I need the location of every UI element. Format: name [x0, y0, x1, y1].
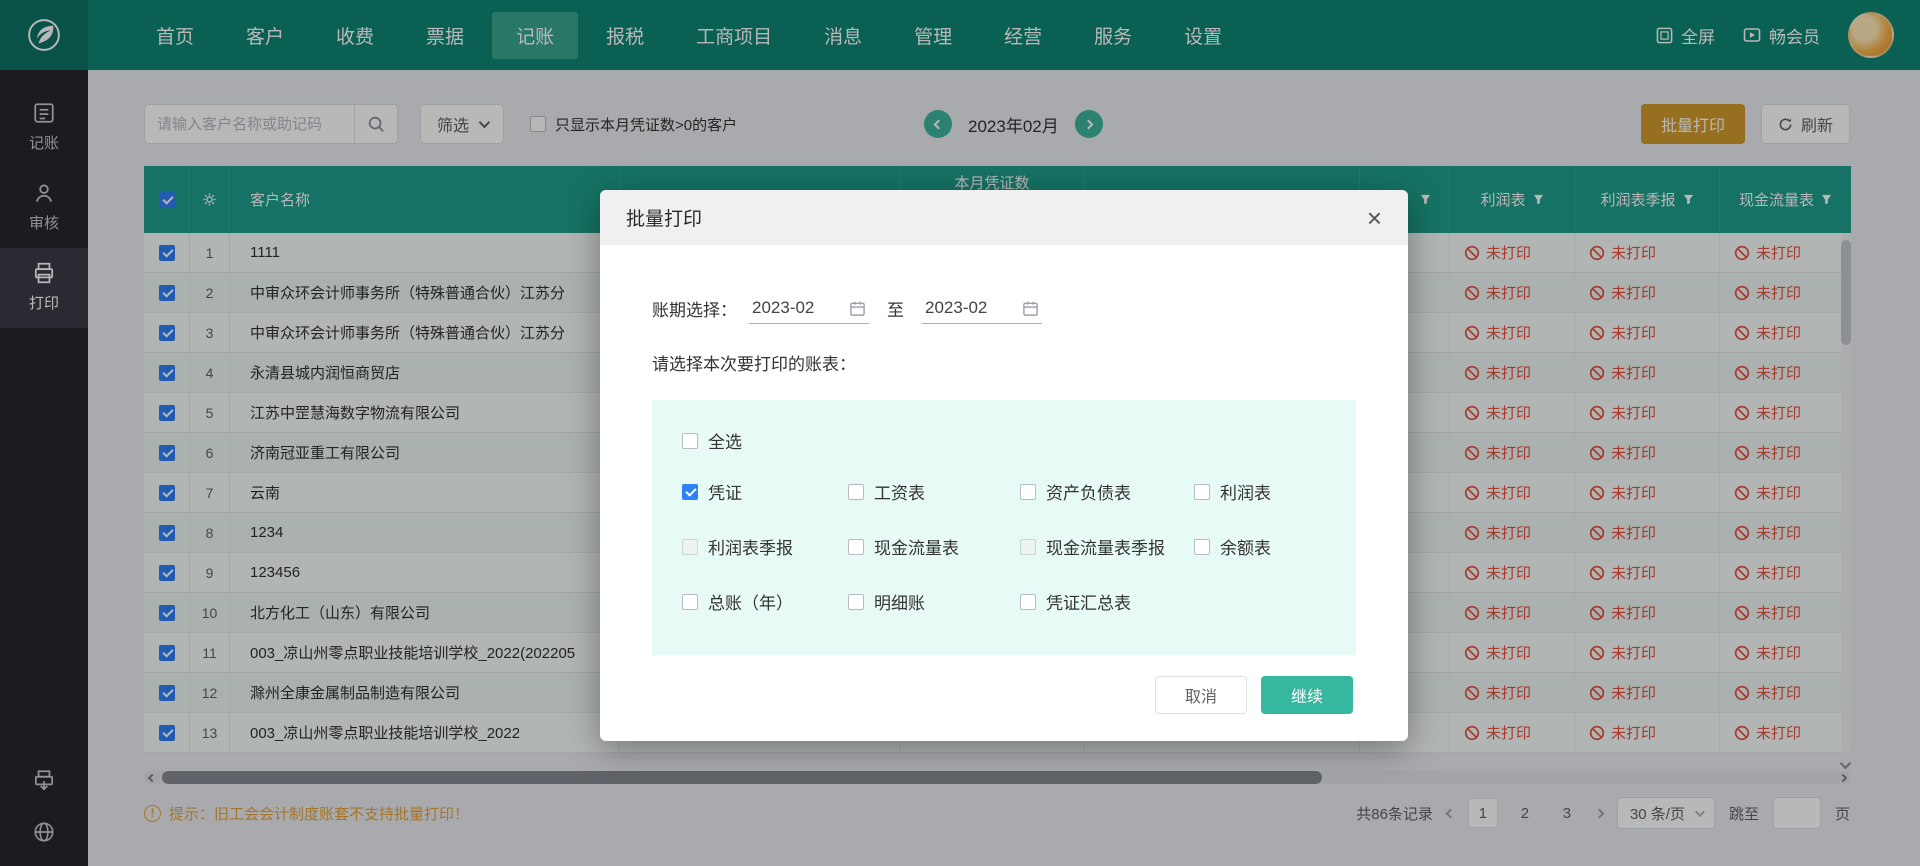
- select-all-checkbox[interactable]: [682, 432, 698, 449]
- calendar-icon: [850, 301, 865, 316]
- report-option[interactable]: 资产负债表: [1020, 479, 1194, 504]
- report-option-label: 资产负债表: [1046, 484, 1131, 503]
- period-from-input[interactable]: 2023-02: [749, 293, 869, 324]
- report-option-label: 现金流量表季报: [1046, 539, 1165, 558]
- period-row: 账期选择： 2023-02 至 2023-02: [652, 293, 1356, 324]
- dialog-body: 账期选择： 2023-02 至 2023-02 请选择本次要打印的账表： 全选 …: [600, 245, 1408, 655]
- report-option[interactable]: 明细账: [848, 589, 1020, 614]
- period-to-input[interactable]: 2023-02: [922, 293, 1042, 324]
- batch-print-dialog: 批量打印 × 账期选择： 2023-02 至 2023-02 请选择本次要打印的…: [600, 190, 1408, 741]
- period-from-value: 2023-02: [752, 298, 815, 317]
- continue-button[interactable]: 继续: [1261, 676, 1353, 714]
- report-option-label: 利润表: [1220, 484, 1271, 503]
- report-option-checkbox[interactable]: [682, 593, 698, 610]
- select-all-option[interactable]: 全选: [682, 428, 1326, 453]
- report-option-checkbox[interactable]: [1020, 538, 1036, 555]
- report-option[interactable]: 现金流量表季报: [1020, 534, 1194, 559]
- report-options-panel: 全选 凭证 工资表 资产负债表 利润表利润表季报 现金流量表 现金流量表季报 余额表总账（年…: [652, 400, 1356, 655]
- report-option[interactable]: 凭证汇总表: [1020, 589, 1194, 614]
- report-option-checkbox[interactable]: [848, 483, 864, 500]
- report-option-label: 利润表季报: [708, 539, 793, 558]
- period-to-value: 2023-02: [925, 298, 988, 317]
- report-option-checkbox[interactable]: [1194, 483, 1210, 500]
- report-option-label: 凭证: [708, 484, 742, 503]
- report-option-label: 明细账: [874, 594, 925, 613]
- report-option[interactable]: 利润表季报: [682, 534, 848, 559]
- report-options-grid: 凭证 工资表 资产负债表 利润表利润表季报 现金流量表 现金流量表季报 余额表总账（年） 明细…: [682, 479, 1326, 614]
- select-reports-label: 请选择本次要打印的账表：: [652, 355, 856, 374]
- report-option-label: 工资表: [874, 484, 925, 503]
- report-option-checkbox[interactable]: [1194, 538, 1210, 555]
- report-option[interactable]: 余额表: [1194, 534, 1326, 559]
- report-option-checkbox[interactable]: [848, 538, 864, 555]
- report-option-checkbox[interactable]: [1020, 593, 1036, 610]
- report-option[interactable]: 总账（年）: [682, 589, 848, 614]
- period-select-label: 账期选择：: [652, 301, 737, 320]
- report-option-checkbox[interactable]: [1020, 483, 1036, 500]
- report-option[interactable]: 利润表: [1194, 479, 1326, 504]
- dialog-footer: 取消 继续: [1155, 676, 1353, 714]
- close-icon[interactable]: ×: [1367, 205, 1382, 231]
- report-option-label: 现金流量表: [874, 539, 959, 558]
- dialog-header: 批量打印 ×: [600, 190, 1408, 245]
- report-option-label: 总账（年）: [708, 594, 793, 613]
- report-option-checkbox[interactable]: [682, 538, 698, 555]
- report-option-label: 凭证汇总表: [1046, 594, 1131, 613]
- report-option-checkbox[interactable]: [682, 483, 698, 500]
- select-all-label: 全选: [708, 433, 742, 452]
- report-option[interactable]: 工资表: [848, 479, 1020, 504]
- dialog-title: 批量打印: [626, 209, 703, 230]
- cancel-button[interactable]: 取消: [1155, 676, 1247, 714]
- calendar-icon: [1023, 301, 1038, 316]
- to-label: 至: [887, 301, 904, 320]
- report-option[interactable]: 凭证: [682, 479, 848, 504]
- report-option-label: 余额表: [1220, 539, 1271, 558]
- report-option-checkbox[interactable]: [848, 593, 864, 610]
- report-option[interactable]: 现金流量表: [848, 534, 1020, 559]
